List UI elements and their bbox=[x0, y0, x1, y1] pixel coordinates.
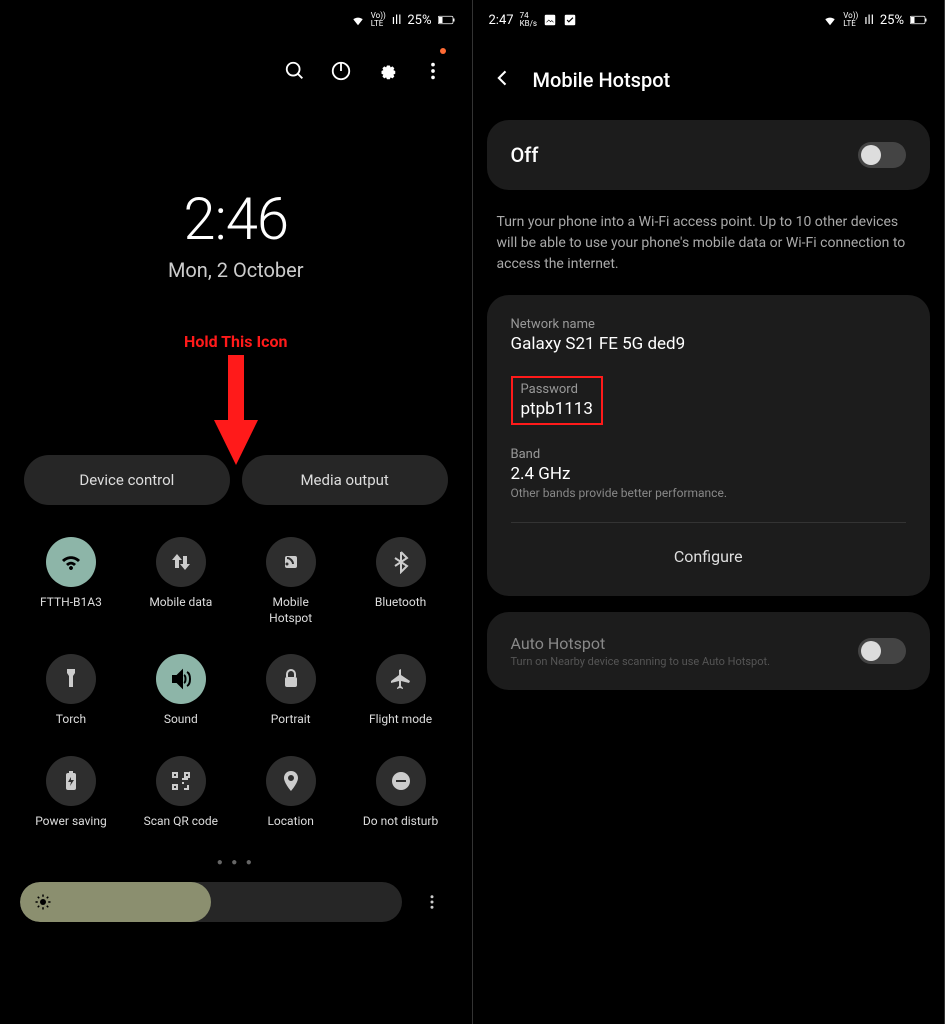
hotspot-description: Turn your phone into a Wi-Fi access poin… bbox=[473, 206, 945, 295]
hotspot-toggle[interactable] bbox=[858, 142, 906, 168]
wifi-status-icon bbox=[351, 13, 365, 27]
bluetooth-icon bbox=[389, 550, 413, 574]
sound-icon bbox=[169, 667, 193, 691]
auto-hotspot-toggle[interactable] bbox=[858, 638, 906, 664]
qs-location[interactable]: Location bbox=[236, 756, 346, 830]
back-button[interactable] bbox=[493, 68, 513, 92]
status-bar: Vo))LTE ıll 25% bbox=[0, 0, 472, 40]
more-icon[interactable] bbox=[422, 60, 444, 86]
annotation-arrow bbox=[0, 355, 472, 465]
notification-dot bbox=[440, 48, 446, 54]
search-icon[interactable] bbox=[284, 60, 306, 86]
qs-bluetooth[interactable]: Bluetooth bbox=[346, 537, 456, 626]
clock-date: Mon, 2 October bbox=[0, 258, 472, 282]
divider bbox=[511, 522, 907, 523]
qs-torch[interactable]: Torch bbox=[16, 654, 126, 728]
annotation-text: Hold This Icon bbox=[0, 332, 472, 351]
qr-icon bbox=[169, 769, 193, 793]
qs-dnd[interactable]: Do not disturb bbox=[346, 756, 456, 830]
lock-icon bbox=[279, 667, 303, 691]
battery-save-icon bbox=[59, 769, 83, 793]
qs-power-saving[interactable]: Power saving bbox=[16, 756, 126, 830]
qs-mobile-hotspot[interactable]: Mobile Hotspot bbox=[236, 537, 346, 626]
status-time: 2:47 bbox=[489, 13, 514, 28]
qs-sound[interactable]: Sound bbox=[126, 654, 236, 728]
battery-icon bbox=[910, 14, 928, 26]
gear-icon[interactable] bbox=[376, 60, 398, 86]
hotspot-settings-screen: 2:47 74KB/s Vo))LTE ıll 25% Mobile Hotsp… bbox=[473, 0, 945, 1024]
signal-bars: ıll bbox=[864, 13, 874, 28]
auto-hotspot-title: Auto Hotspot bbox=[511, 634, 771, 653]
wifi-icon bbox=[59, 550, 83, 574]
hotspot-icon bbox=[279, 550, 303, 574]
battery-percent: 25% bbox=[407, 13, 431, 28]
arrows-icon bbox=[169, 550, 193, 574]
status-bar: 2:47 74KB/s Vo))LTE ıll 25% bbox=[473, 0, 945, 40]
auto-hotspot-subtitle: Turn on Nearby device scanning to use Au… bbox=[511, 655, 771, 668]
wifi-status-icon bbox=[823, 13, 837, 27]
brightness-more-icon[interactable] bbox=[412, 882, 452, 922]
brightness-slider[interactable] bbox=[20, 882, 402, 922]
lte-indicator: Vo))LTE bbox=[843, 12, 858, 28]
qs-portrait[interactable]: Portrait bbox=[236, 654, 346, 728]
password-field[interactable]: Password ptpb1113 bbox=[511, 376, 603, 425]
airplane-icon bbox=[389, 667, 413, 691]
quick-settings-grid: FTTH-B1A3 Mobile data Mobile Hotspot Blu… bbox=[0, 513, 472, 853]
page-title: Mobile Hotspot bbox=[533, 68, 671, 92]
page-indicator: ● ● ● bbox=[0, 857, 472, 868]
qs-qr-code[interactable]: Scan QR code bbox=[126, 756, 236, 830]
image-status-icon bbox=[543, 13, 557, 27]
network-name-field[interactable]: Network name Galaxy S21 FE 5G ded9 bbox=[511, 317, 907, 354]
dnd-icon bbox=[389, 769, 413, 793]
torch-icon bbox=[59, 667, 83, 691]
battery-percent: 25% bbox=[880, 13, 904, 28]
clock-time: 2:46 bbox=[0, 186, 472, 254]
location-icon bbox=[279, 769, 303, 793]
qs-mobile-data[interactable]: Mobile data bbox=[126, 537, 236, 626]
power-icon[interactable] bbox=[330, 60, 352, 86]
hotspot-state-label: Off bbox=[511, 143, 539, 167]
brightness-icon bbox=[34, 893, 52, 911]
quick-settings-panel: Vo))LTE ıll 25% 2:46 Mon, 2 October Hold… bbox=[0, 0, 473, 1024]
qs-flight-mode[interactable]: Flight mode bbox=[346, 654, 456, 728]
band-field[interactable]: Band 2.4 GHz Other bands provide better … bbox=[511, 447, 907, 500]
qs-wifi[interactable]: FTTH-B1A3 bbox=[16, 537, 126, 626]
battery-icon bbox=[438, 14, 456, 26]
check-status-icon bbox=[563, 13, 577, 27]
configure-button[interactable]: Configure bbox=[511, 539, 907, 574]
signal-bars: ıll bbox=[392, 13, 402, 28]
lte-indicator: Vo))LTE bbox=[371, 12, 386, 28]
